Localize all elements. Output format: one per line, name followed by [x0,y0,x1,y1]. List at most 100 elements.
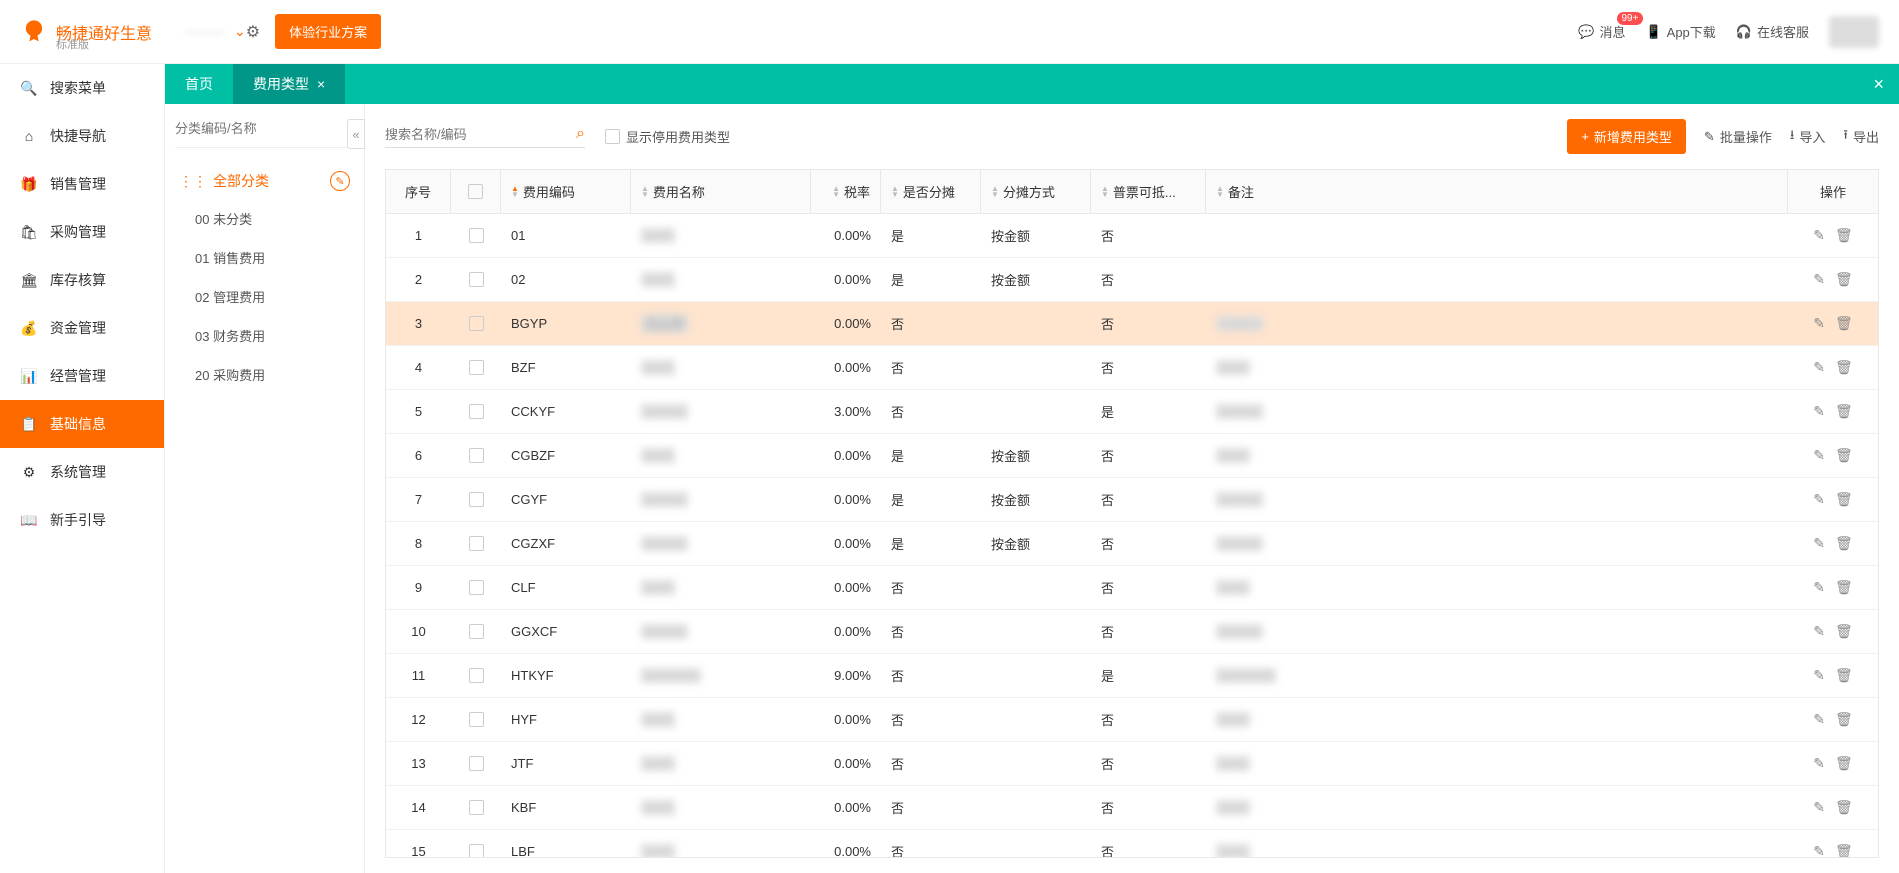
sidebar-item-business[interactable]: 📊经营管理 [0,352,164,400]
edit-icon[interactable]: ✎ [1813,403,1825,420]
settings-icon[interactable]: ⚙ [246,22,260,42]
delete-icon[interactable]: 🗑 [1835,271,1853,288]
category-all[interactable]: ⋮⋮ 全部分类 ✎ [175,163,354,199]
sidebar-item-sales[interactable]: 🎁销售管理 [0,160,164,208]
delete-icon[interactable]: 🗑 [1835,667,1853,684]
search-icon[interactable]: ⌕ [576,125,585,143]
edit-icon[interactable]: ✎ [1813,623,1825,640]
edit-icon[interactable]: ✎ [1813,535,1825,552]
th-code[interactable]: ▲▼费用编码 [501,170,631,213]
delete-icon[interactable]: 🗑 [1835,535,1853,552]
cell-check[interactable] [451,830,501,858]
sidebar-item-purchase[interactable]: 🛍采购管理 [0,208,164,256]
edit-icon[interactable]: ✎ [1813,359,1825,376]
cell-check[interactable] [451,522,501,565]
cell-check[interactable] [451,346,501,389]
table-row[interactable]: 11 HTKYF ———— 9.00% 否 是 ———— ✎ 🗑 [386,654,1878,698]
edit-icon[interactable]: ✎ [1813,491,1825,508]
delete-icon[interactable]: 🗑 [1835,579,1853,596]
edit-icon[interactable]: ✎ [1813,667,1825,684]
delete-icon[interactable]: 🗑 [1835,359,1853,376]
delete-icon[interactable]: 🗑 [1835,623,1853,640]
edit-icon[interactable]: ✎ [1813,315,1825,332]
delete-icon[interactable]: 🗑 [1835,799,1853,816]
sidebar-item-funds[interactable]: 💰资金管理 [0,304,164,352]
table-row[interactable]: 13 JTF —— 0.00% 否 否 —— ✎ 🗑 [386,742,1878,786]
category-item[interactable]: 02 管理费用 [175,277,354,316]
edit-icon[interactable]: ✎ [1813,755,1825,772]
table-row[interactable]: 10 GGXCF ——— 0.00% 否 否 ——— ✎ 🗑 [386,610,1878,654]
category-item[interactable]: 00 未分类 [175,199,354,238]
edit-icon[interactable]: ✎ [1813,271,1825,288]
company-selector[interactable]: ——— ⌄ [185,23,246,40]
delete-icon[interactable]: 🗑 [1835,227,1853,244]
table-search-input[interactable] [385,127,576,142]
close-icon[interactable]: × [317,76,325,92]
cell-check[interactable] [451,478,501,521]
cell-check[interactable] [451,610,501,653]
delete-icon[interactable]: 🗑 [1835,711,1853,728]
category-item[interactable]: 03 财务费用 [175,316,354,355]
edit-icon[interactable]: ✎ [1813,799,1825,816]
cell-check[interactable] [451,566,501,609]
cell-check[interactable] [451,654,501,697]
delete-icon[interactable]: 🗑 [1835,491,1853,508]
cell-check[interactable] [451,742,501,785]
edit-icon[interactable]: ✎ [1813,579,1825,596]
delete-icon[interactable]: 🗑 [1835,315,1853,332]
th-seq[interactable]: 序号 [386,170,451,213]
cell-check[interactable] [451,258,501,301]
table-row[interactable]: 12 HYF —— 0.00% 否 否 —— ✎ 🗑 [386,698,1878,742]
table-row[interactable]: 6 CGBZF —— 0.00% 是 按金额 否 —— ✎ 🗑 [386,434,1878,478]
table-row[interactable]: 14 KBF —— 0.00% 否 否 —— ✎ 🗑 [386,786,1878,830]
sidebar-item-guide[interactable]: 📖新手引导 [0,496,164,544]
tab-expense-type[interactable]: 费用类型× [233,64,345,104]
table-row[interactable]: 4 BZF —— 0.00% 否 否 —— ✎ 🗑 [386,346,1878,390]
delete-icon[interactable]: 🗑 [1835,843,1853,858]
category-search-input[interactable] [175,121,351,136]
cell-check[interactable] [451,698,501,741]
table-row[interactable]: 9 CLF —— 0.00% 否 否 —— ✎ 🗑 [386,566,1878,610]
th-method[interactable]: ▲▼分摊方式 [981,170,1091,213]
export-button[interactable]: ⭱导出 [1843,126,1879,148]
table-row[interactable]: 15 LBF —— 0.00% 否 否 —— ✎ 🗑 [386,830,1878,858]
table-row[interactable]: 8 CGZXF ——— 0.00% 是 按金额 否 ——— ✎ 🗑 [386,522,1878,566]
cell-check[interactable] [451,786,501,829]
sidebar-item-system[interactable]: ⚙系统管理 [0,448,164,496]
sidebar-item-quicknav[interactable]: ⌂快捷导航 [0,112,164,160]
show-disabled-checkbox[interactable]: 显示停用费用类型 [605,127,730,146]
th-deduct[interactable]: ▲▼普票可抵... [1091,170,1206,213]
message-link[interactable]: 💬 消息 99+ [1578,22,1625,41]
edit-icon[interactable]: ✎ [330,171,350,191]
app-download-link[interactable]: 📱 App下载 [1645,22,1715,41]
sidebar-item-search[interactable]: 🔍搜索菜单 [0,64,164,112]
table-row[interactable]: 5 CCKYF ——— 3.00% 否 是 ——— ✎ 🗑 [386,390,1878,434]
edit-icon[interactable]: ✎ [1813,843,1825,858]
add-expense-button[interactable]: +新增费用类型 [1567,119,1686,154]
cell-check[interactable] [451,214,501,257]
sidebar-item-inventory[interactable]: 🏛库存核算 [0,256,164,304]
delete-icon[interactable]: 🗑 [1835,755,1853,772]
cell-check[interactable] [451,390,501,433]
table-row[interactable]: 2 02 —— 0.00% 是 按金额 否 ✎ 🗑 [386,258,1878,302]
tab-home[interactable]: 首页 [165,64,233,104]
import-button[interactable]: ⭳导入 [1790,126,1826,148]
experience-button[interactable]: 体验行业方案 [275,14,381,49]
batch-operation[interactable]: ✎批量操作 [1704,127,1772,146]
edit-icon[interactable]: ✎ [1813,227,1825,244]
delete-icon[interactable]: 🗑 [1835,403,1853,420]
user-avatar[interactable] [1829,16,1879,48]
th-name[interactable]: ▲▼费用名称 [631,170,811,213]
table-row[interactable]: 7 CGYF ——— 0.00% 是 按金额 否 ——— ✎ 🗑 [386,478,1878,522]
delete-icon[interactable]: 🗑 [1835,447,1853,464]
table-row[interactable]: 3 BGYP 用品费 0.00% 否 否 ——— ✎ 🗑 [386,302,1878,346]
customer-service-link[interactable]: 🎧 在线客服 [1736,22,1809,41]
th-remark[interactable]: ▲▼备注 [1206,170,1788,213]
category-item[interactable]: 01 销售费用 [175,238,354,277]
cell-check[interactable] [451,302,501,345]
edit-icon[interactable]: ✎ [1813,447,1825,464]
th-check[interactable] [451,170,501,213]
th-rate[interactable]: ▲▼税率 [811,170,881,213]
collapse-handle[interactable]: « [347,119,365,149]
th-apportion[interactable]: ▲▼是否分摊 [881,170,981,213]
